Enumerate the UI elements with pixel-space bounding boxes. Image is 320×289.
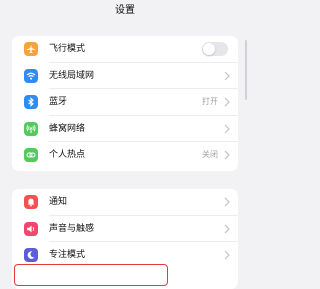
settings-row-label: 蜂窝网络 xyxy=(49,123,86,134)
settings-row-notifications[interactable]: 通知 xyxy=(12,189,238,216)
speaker-icon xyxy=(24,221,38,236)
bluetooth-status-value: 打开 xyxy=(202,97,218,106)
chevron-right-icon xyxy=(224,150,230,160)
airplane-mode-toggle[interactable] xyxy=(202,42,228,56)
settings-row-wlan[interactable]: 无线局域网 xyxy=(12,63,238,89)
settings-row-cellular[interactable]: 蜂窝网络 xyxy=(12,116,238,142)
highlighted-row-outline xyxy=(14,264,168,286)
settings-row-label: 通知 xyxy=(49,197,68,207)
page-title: 设置 xyxy=(115,5,135,16)
settings-row-label: 个人热点 xyxy=(49,150,86,160)
chevron-right-icon xyxy=(224,250,230,260)
settings-row-bluetooth[interactable]: 蓝牙 打开 xyxy=(12,89,238,116)
settings-row-label: 飞行模式 xyxy=(49,44,86,54)
chevron-right-icon xyxy=(224,97,230,107)
settings-row-label: 蓝牙 xyxy=(49,97,68,107)
chevron-right-icon xyxy=(224,124,230,133)
hotspot-status-value: 关闭 xyxy=(202,150,218,159)
settings-row-airplane-mode[interactable]: 飞行模式 xyxy=(12,36,238,63)
settings-row-label: 无线局域网 xyxy=(49,70,95,81)
settings-group-connectivity: 飞行模式 无线局域网 蓝牙 打开 蜂窝网络 个人热点 关闭 xyxy=(12,36,238,171)
moon-icon xyxy=(24,248,38,262)
chevron-right-icon xyxy=(224,224,230,233)
settings-row-label: 声音与触感 xyxy=(49,223,95,234)
scrollbar[interactable] xyxy=(245,40,247,100)
antenna-icon xyxy=(24,121,38,136)
settings-row-sounds-haptics[interactable]: 声音与触感 xyxy=(12,216,238,242)
chevron-right-icon xyxy=(224,71,230,80)
bluetooth-icon xyxy=(24,95,38,109)
chevron-right-icon xyxy=(224,197,230,207)
toggle-knob xyxy=(203,43,215,55)
wifi-icon xyxy=(24,68,38,83)
bell-icon xyxy=(24,195,38,209)
hotspot-icon xyxy=(24,148,38,162)
settings-row-personal-hotspot[interactable]: 个人热点 关闭 xyxy=(12,142,238,169)
airplane-icon xyxy=(24,42,38,56)
